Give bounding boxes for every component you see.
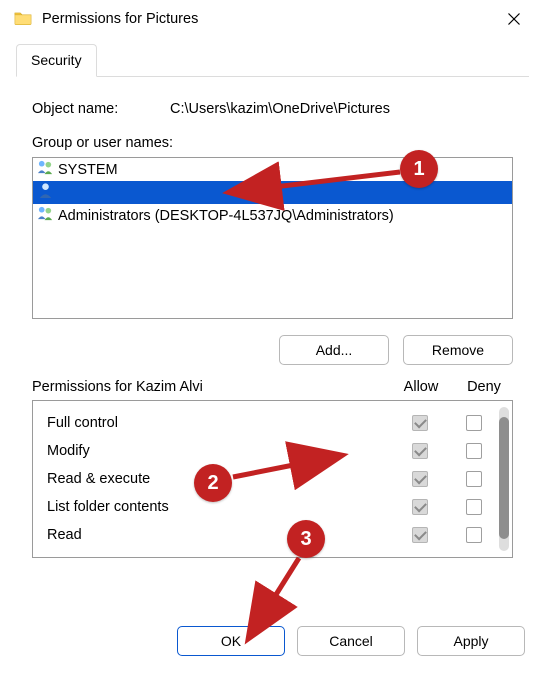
permissions-header: Permissions for Kazim Alvi Allow Deny [32, 379, 513, 395]
dialog-footer: OK Cancel Apply [0, 576, 545, 670]
perm-name: Modify [47, 443, 386, 459]
user-list[interactable]: SYSTEM Administrators (DESKTOP-4L537 [32, 157, 513, 319]
permissions-title: Permissions for Kazim Alvi [32, 379, 387, 395]
people-icon [36, 159, 58, 180]
object-row: Object name: C:\Users\kazim\OneDrive\Pic… [32, 101, 513, 117]
scrollbar-thumb[interactable] [499, 417, 509, 539]
dialog-content: Security Object name: C:\Users\kazim\One… [0, 38, 545, 576]
annotation-badge-2: 2 [194, 464, 232, 502]
tab-security[interactable]: Security [16, 44, 97, 77]
perm-row: List folder contents [47, 493, 494, 521]
deny-checkbox[interactable] [466, 415, 482, 431]
perm-name: Full control [47, 415, 386, 431]
window-title: Permissions for Pictures [42, 11, 491, 27]
list-item[interactable] [33, 181, 512, 204]
deny-checkbox[interactable] [466, 443, 482, 459]
list-item[interactable]: Administrators (DESKTOP-4L537JQ\Administ… [33, 204, 512, 227]
object-value: C:\Users\kazim\OneDrive\Pictures [170, 101, 390, 117]
allow-checkbox[interactable] [412, 527, 428, 543]
allow-checkbox[interactable] [412, 499, 428, 515]
close-button[interactable] [491, 3, 537, 35]
titlebar: Permissions for Pictures [0, 0, 545, 38]
list-item-label: SYSTEM [58, 162, 118, 178]
folder-icon [14, 10, 42, 28]
user-buttons: Add... Remove [32, 335, 513, 365]
allow-checkbox[interactable] [412, 443, 428, 459]
annotation-badge-1: 1 [400, 150, 438, 188]
deny-checkbox[interactable] [466, 527, 482, 543]
close-icon [507, 12, 521, 26]
people-icon [36, 205, 58, 226]
column-deny: Deny [455, 379, 513, 395]
deny-checkbox[interactable] [466, 471, 482, 487]
annotation-badge-3: 3 [287, 520, 325, 558]
allow-checkbox[interactable] [412, 415, 428, 431]
ok-button[interactable]: OK [177, 626, 285, 656]
perm-row: Read [47, 521, 494, 549]
groups-label: Group or user names: [32, 135, 513, 151]
add-button[interactable]: Add... [279, 335, 389, 365]
object-label: Object name: [32, 101, 170, 117]
perm-row: Full control [47, 409, 494, 437]
perm-row: Read & execute [47, 465, 494, 493]
scrollbar[interactable] [499, 407, 509, 551]
remove-button[interactable]: Remove [403, 335, 513, 365]
list-item-label: Administrators (DESKTOP-4L537JQ\Administ… [58, 208, 394, 224]
perm-row: Modify [47, 437, 494, 465]
person-icon [36, 182, 58, 203]
deny-checkbox[interactable] [466, 499, 482, 515]
permissions-list: Full control Modify Read & execute List … [32, 400, 513, 558]
tab-strip: Security [16, 44, 529, 77]
allow-checkbox[interactable] [412, 471, 428, 487]
list-item[interactable]: SYSTEM [33, 158, 512, 181]
apply-button[interactable]: Apply [417, 626, 525, 656]
perm-name: Read [47, 527, 386, 543]
security-tab-body: Object name: C:\Users\kazim\OneDrive\Pic… [16, 87, 529, 562]
cancel-button[interactable]: Cancel [297, 626, 405, 656]
column-allow: Allow [387, 379, 455, 395]
